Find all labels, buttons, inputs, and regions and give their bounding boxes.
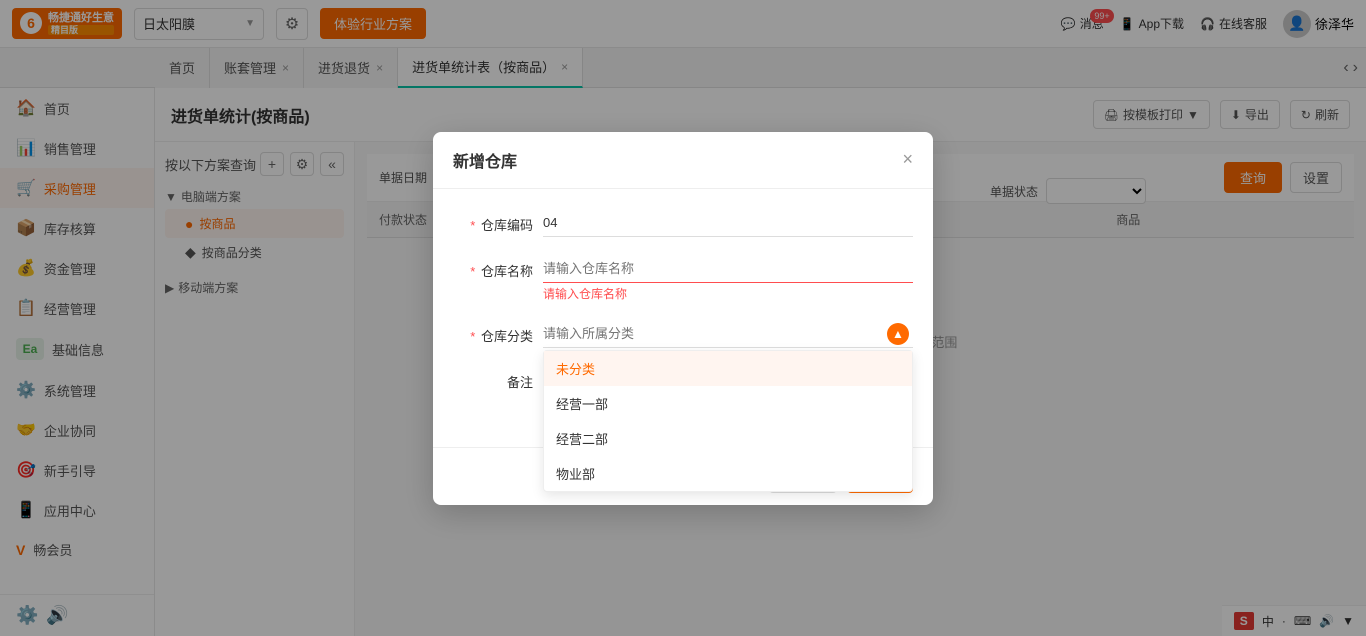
modal-close-button[interactable]: × (902, 149, 913, 170)
warehouse-name-input[interactable] (543, 255, 913, 283)
warehouse-name-error: 请输入仓库名称 (543, 285, 913, 302)
warehouse-code-label: * 仓库编码 (453, 209, 533, 234)
warehouse-category-label: * 仓库分类 (453, 320, 533, 345)
category-input[interactable] (543, 320, 913, 348)
warehouse-code-row: * 仓库编码 (453, 209, 913, 237)
modal-title: 新增仓库 (453, 148, 517, 172)
add-warehouse-modal: 新增仓库 × * 仓库编码 * 仓库名称 请输入仓库名称 (433, 132, 933, 505)
dropdown-item-dept2[interactable]: 经营二部 (544, 421, 912, 456)
dropdown-item-uncategorized[interactable]: 未分类 (544, 351, 912, 386)
category-dropdown: 未分类 经营一部 经营二部 物业部 (543, 350, 913, 492)
modal-body: * 仓库编码 * 仓库名称 请输入仓库名称 * (433, 189, 933, 447)
warehouse-category-row: * 仓库分类 ▲ 未分类 经营一部 经营二部 物业部 (453, 320, 913, 348)
warehouse-name-field-wrap: 请输入仓库名称 (543, 255, 913, 302)
warehouse-code-input[interactable] (543, 209, 913, 237)
chevron-up-icon: ▲ (892, 327, 904, 341)
category-wrap: ▲ 未分类 经营一部 经营二部 物业部 (543, 320, 913, 348)
dropdown-item-dept3[interactable]: 物业部 (544, 456, 912, 491)
warehouse-name-label: * 仓库名称 (453, 255, 533, 280)
modal-overlay: 新增仓库 × * 仓库编码 * 仓库名称 请输入仓库名称 (0, 0, 1366, 636)
dropdown-item-dept1[interactable]: 经营一部 (544, 386, 912, 421)
modal-header: 新增仓库 × (433, 132, 933, 189)
category-toggle-button[interactable]: ▲ (887, 323, 909, 345)
warehouse-name-row: * 仓库名称 请输入仓库名称 (453, 255, 913, 302)
note-label: 备注 (453, 366, 533, 391)
